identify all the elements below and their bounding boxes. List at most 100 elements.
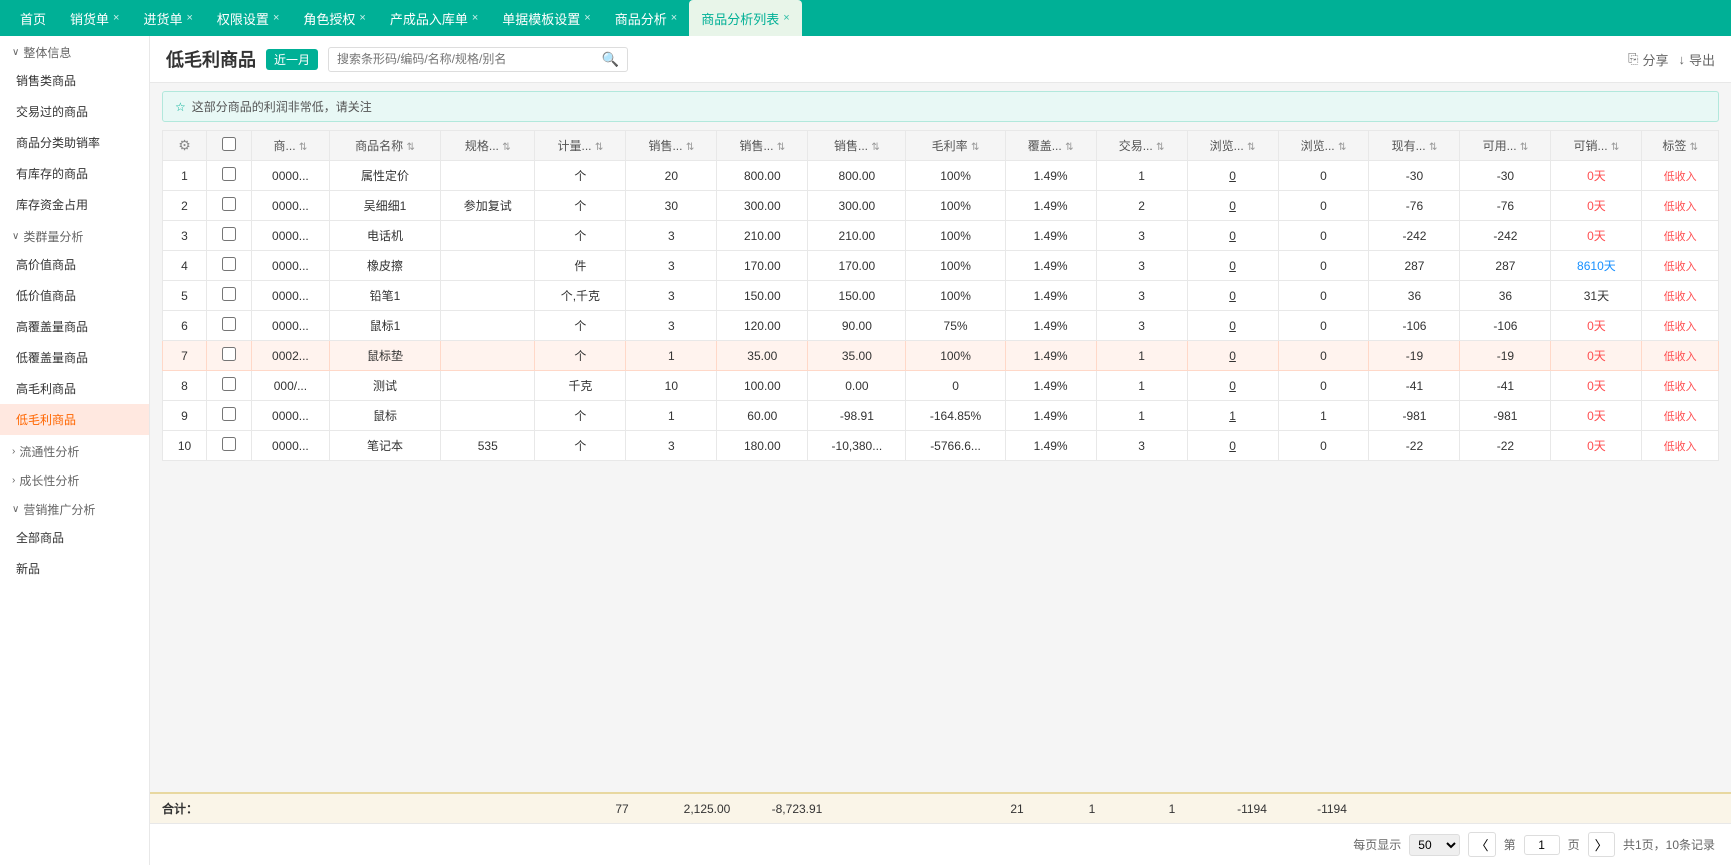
prev-page-button[interactable]: 〈: [1468, 832, 1495, 857]
row-views1[interactable]: 0: [1187, 281, 1278, 311]
row-code: 0000...: [251, 161, 329, 191]
col-coverage[interactable]: 覆盖... ⇅: [1005, 131, 1096, 161]
col-sales-amount[interactable]: 销售... ⇅: [717, 131, 808, 161]
search-input[interactable]: [337, 52, 602, 66]
time-range-button[interactable]: 近一月: [266, 49, 318, 70]
row-checkbox[interactable]: [207, 401, 252, 431]
row-checkbox[interactable]: [207, 251, 252, 281]
close-purchase-icon[interactable]: ×: [186, 12, 192, 24]
row-sales-amount: 120.00: [717, 311, 808, 341]
nav-item-goods-analysis-list[interactable]: 商品分析列表 ×: [689, 0, 801, 36]
nav-item-home[interactable]: 首页: [8, 0, 58, 36]
col-views1[interactable]: 浏览... ⇅: [1187, 131, 1278, 161]
sidebar-item-low-coverage[interactable]: 低覆盖量商品: [0, 342, 149, 373]
row-checkbox[interactable]: [207, 371, 252, 401]
row-checkbox[interactable]: [207, 161, 252, 191]
row-transaction: 1: [1096, 341, 1187, 371]
row-views1[interactable]: 1: [1187, 401, 1278, 431]
col-spec[interactable]: 规格... ⇅: [441, 131, 535, 161]
sidebar-item-low-value[interactable]: 低价值商品: [0, 280, 149, 311]
footer-current-stock: -1194: [1212, 802, 1292, 816]
close-goods-list-icon[interactable]: ×: [783, 12, 789, 24]
row-coverage: 1.49%: [1005, 221, 1096, 251]
per-page-select[interactable]: 50 100 200: [1409, 834, 1460, 856]
row-checkbox[interactable]: [207, 311, 252, 341]
export-button[interactable]: ↓ 导出: [1678, 50, 1715, 69]
close-sales-icon[interactable]: ×: [113, 12, 119, 24]
sidebar-item-sales-goods[interactable]: 销售类商品: [0, 65, 149, 96]
row-checkbox[interactable]: [207, 221, 252, 251]
row-views1[interactable]: 0: [1187, 311, 1278, 341]
col-sales-profit[interactable]: 销售... ⇅: [808, 131, 906, 161]
nav-item-roles[interactable]: 角色授权 ×: [291, 0, 377, 36]
sidebar-item-high-value[interactable]: 高价值商品: [0, 249, 149, 280]
sidebar-item-new-goods[interactable]: 新品: [0, 553, 149, 584]
col-salable-days[interactable]: 可销... ⇅: [1551, 131, 1642, 161]
nav-item-purchase[interactable]: 进货单 ×: [131, 0, 204, 36]
row-views1[interactable]: 0: [1187, 251, 1278, 281]
col-code[interactable]: 商... ⇅: [251, 131, 329, 161]
row-views1[interactable]: 0: [1187, 341, 1278, 371]
row-no: 7: [163, 341, 207, 371]
nav-item-sales[interactable]: 销货单 ×: [58, 0, 131, 36]
search-icon[interactable]: 🔍: [602, 51, 619, 68]
col-name[interactable]: 商品名称 ⇅: [329, 131, 440, 161]
sidebar-item-capital[interactable]: 库存资金占用: [0, 189, 149, 220]
row-coverage: 1.49%: [1005, 371, 1096, 401]
close-goods-analysis-icon[interactable]: ×: [671, 12, 677, 24]
row-checkbox[interactable]: [207, 341, 252, 371]
row-sales-qty: 3: [626, 431, 717, 461]
row-views1[interactable]: 0: [1187, 221, 1278, 251]
close-roles-icon[interactable]: ×: [359, 12, 365, 24]
share-button[interactable]: ⎘ 分享: [1628, 50, 1668, 69]
sidebar-item-traded-goods[interactable]: 交易过的商品: [0, 96, 149, 127]
col-views2[interactable]: 浏览... ⇅: [1278, 131, 1369, 161]
table-row: 4 0000... 橡皮擦 件 3 170.00 170.00 100% 1.4…: [163, 251, 1719, 281]
col-checkbox[interactable]: [207, 131, 252, 161]
col-gross-margin[interactable]: 毛利率 ⇅: [906, 131, 1005, 161]
row-sales-qty: 1: [626, 341, 717, 371]
row-unit: 个: [535, 401, 626, 431]
next-page-button[interactable]: 〉: [1588, 832, 1615, 857]
row-views1[interactable]: 0: [1187, 161, 1278, 191]
page-number-input[interactable]: [1524, 835, 1560, 855]
col-available[interactable]: 可用... ⇅: [1460, 131, 1551, 161]
sidebar-item-category-rate[interactable]: 商品分类助销率: [0, 127, 149, 158]
col-settings[interactable]: ⚙: [163, 131, 207, 161]
sidebar-item-all-goods[interactable]: 全部商品: [0, 522, 149, 553]
nav-item-template[interactable]: 单据模板设置 ×: [490, 0, 602, 36]
col-transaction[interactable]: 交易... ⇅: [1096, 131, 1187, 161]
collapse-overall-icon[interactable]: ∨: [12, 47, 19, 58]
settings-icon[interactable]: ⚙: [178, 137, 191, 153]
row-checkbox[interactable]: [207, 431, 252, 461]
nav-item-goods-analysis[interactable]: 商品分析 ×: [603, 0, 689, 36]
sidebar-item-high-coverage[interactable]: 高覆盖量商品: [0, 311, 149, 342]
nav-item-product-entry[interactable]: 产成品入库单 ×: [378, 0, 490, 36]
collapse-cluster-icon[interactable]: ∨: [12, 231, 19, 242]
collapse-flow-icon[interactable]: ›: [12, 446, 15, 457]
close-permissions-icon[interactable]: ×: [273, 12, 279, 24]
row-checkbox[interactable]: [207, 281, 252, 311]
close-template-icon[interactable]: ×: [584, 12, 590, 24]
row-unit: 个,千克: [535, 281, 626, 311]
col-sales-qty[interactable]: 销售... ⇅: [626, 131, 717, 161]
sidebar-item-high-margin[interactable]: 高毛利商品: [0, 373, 149, 404]
page-label: 第: [1504, 836, 1516, 853]
row-tag: 低收入: [1642, 431, 1719, 461]
sidebar-item-stocked-goods[interactable]: 有库存的商品: [0, 158, 149, 189]
collapse-growth-icon[interactable]: ›: [12, 475, 15, 486]
col-unit[interactable]: 计量... ⇅: [535, 131, 626, 161]
row-views1[interactable]: 0: [1187, 191, 1278, 221]
row-views1[interactable]: 0: [1187, 371, 1278, 401]
collapse-marketing-icon[interactable]: ∨: [12, 504, 19, 515]
select-all-checkbox[interactable]: [222, 137, 236, 151]
page-title: 低毛利商品: [166, 46, 256, 72]
col-current-stock[interactable]: 现有... ⇅: [1369, 131, 1460, 161]
close-product-entry-icon[interactable]: ×: [472, 12, 478, 24]
sidebar-item-low-margin[interactable]: 低毛利商品: [0, 404, 149, 435]
row-checkbox[interactable]: [207, 191, 252, 221]
nav-item-permissions[interactable]: 权限设置 ×: [205, 0, 291, 36]
data-table: ⚙ 商... ⇅ 商品名称 ⇅ 规格... ⇅ 计量... ⇅ 销售... ⇅ …: [162, 130, 1719, 461]
col-tag[interactable]: 标签 ⇅: [1642, 131, 1719, 161]
row-views1[interactable]: 0: [1187, 431, 1278, 461]
